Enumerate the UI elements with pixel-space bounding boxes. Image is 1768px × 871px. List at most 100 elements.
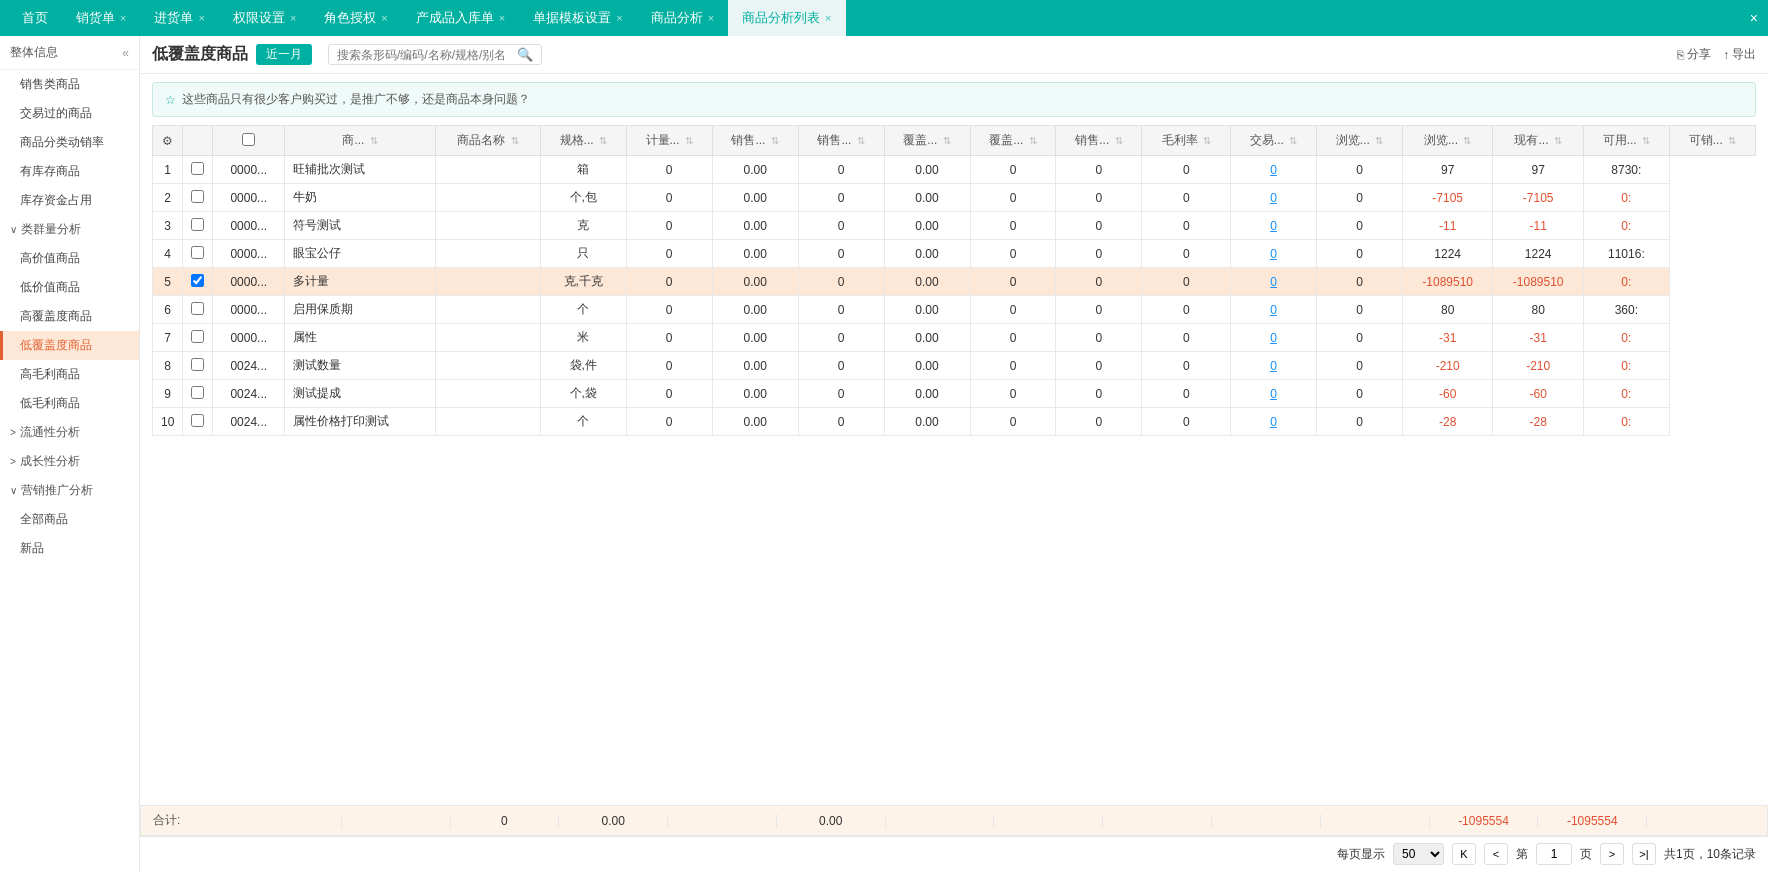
th-available[interactable]: 可用... ⇅ bbox=[1583, 126, 1669, 156]
row-checkbox[interactable] bbox=[183, 184, 213, 212]
sidebar-header[interactable]: 整体信息 « bbox=[0, 36, 139, 70]
sidebar-item-low-margin[interactable]: 低毛利商品 bbox=[0, 389, 139, 418]
row-browse1[interactable]: 0 bbox=[1231, 268, 1317, 296]
th-name[interactable]: 商品名称 ⇅ bbox=[436, 126, 541, 156]
close-purchase-icon[interactable]: × bbox=[198, 12, 204, 24]
th-trade[interactable]: 交易... ⇅ bbox=[1231, 126, 1317, 156]
row-checkbox[interactable] bbox=[183, 408, 213, 436]
th-unit[interactable]: 计量... ⇅ bbox=[626, 126, 712, 156]
sidebar-section-circulation[interactable]: > 流通性分析 bbox=[0, 418, 139, 447]
close-all-tabs-button[interactable]: × bbox=[1750, 10, 1758, 26]
th-spec[interactable]: 规格... ⇅ bbox=[540, 126, 626, 156]
th-cover1[interactable]: 覆盖... ⇅ bbox=[884, 126, 970, 156]
table-wrapper[interactable]: ⚙ 商... ⇅ 商品名称 ⇅ 规格... ⇅ 计量... ⇅ 销售... ⇅ … bbox=[152, 125, 1756, 805]
row-browse1[interactable]: 0 bbox=[1231, 380, 1317, 408]
th-sellable[interactable]: 可销... ⇅ bbox=[1669, 126, 1755, 156]
sidebar-item-new-goods[interactable]: 新品 bbox=[0, 534, 139, 563]
row-browse1[interactable]: 0 bbox=[1231, 156, 1317, 184]
close-product-in-icon[interactable]: × bbox=[499, 12, 505, 24]
row-checkbox[interactable] bbox=[183, 268, 213, 296]
row-checkbox[interactable] bbox=[183, 352, 213, 380]
nav-role[interactable]: 角色授权 × bbox=[310, 0, 401, 36]
th-gross-rate[interactable]: 毛利率 ⇅ bbox=[1142, 126, 1231, 156]
nav-product-in[interactable]: 产成品入库单 × bbox=[402, 0, 519, 36]
row-current: -28 bbox=[1402, 408, 1492, 436]
sidebar-item-low-value[interactable]: 低价值商品 bbox=[0, 273, 139, 302]
close-sales-order-icon[interactable]: × bbox=[120, 12, 126, 24]
row-checkbox[interactable] bbox=[183, 212, 213, 240]
sidebar-item-high-value[interactable]: 高价值商品 bbox=[0, 244, 139, 273]
th-sales2[interactable]: 销售... ⇅ bbox=[798, 126, 884, 156]
row-sales2: 0.00 bbox=[712, 296, 798, 324]
row-checkbox[interactable] bbox=[183, 240, 213, 268]
row-checkbox[interactable] bbox=[183, 324, 213, 352]
nav-goods-analysis-list[interactable]: 商品分析列表 × bbox=[728, 0, 845, 36]
th-settings[interactable]: ⚙ bbox=[153, 126, 183, 156]
search-icon[interactable]: 🔍 bbox=[517, 47, 533, 62]
export-button[interactable]: ↑ 导出 bbox=[1723, 46, 1756, 63]
row-cover2: 0.00 bbox=[884, 380, 970, 408]
sidebar-item-high-margin[interactable]: 高毛利商品 bbox=[0, 360, 139, 389]
row-sellable: 0: bbox=[1583, 352, 1669, 380]
th-browse2[interactable]: 浏览... ⇅ bbox=[1402, 126, 1492, 156]
nav-permission[interactable]: 权限设置 × bbox=[219, 0, 310, 36]
select-all-checkbox[interactable] bbox=[242, 133, 255, 146]
sidebar-collapse-icon[interactable]: « bbox=[122, 46, 129, 60]
sidebar-section-marketing[interactable]: ∨ 营销推广分析 bbox=[0, 476, 139, 505]
nav-purchase[interactable]: 进货单 × bbox=[140, 0, 218, 36]
page-size-select[interactable]: 50 100 200 bbox=[1393, 843, 1444, 865]
row-browse1[interactable]: 0 bbox=[1231, 324, 1317, 352]
row-browse1[interactable]: 0 bbox=[1231, 184, 1317, 212]
sidebar-item-high-coverage[interactable]: 高覆盖度商品 bbox=[0, 302, 139, 331]
th-browse1[interactable]: 浏览... ⇅ bbox=[1317, 126, 1403, 156]
sidebar-item-traded-goods[interactable]: 交易过的商品 bbox=[0, 99, 139, 128]
close-goods-list-icon[interactable]: × bbox=[825, 12, 831, 24]
page-number-input[interactable] bbox=[1536, 843, 1572, 865]
share-button[interactable]: ⎘ 分享 bbox=[1677, 46, 1711, 63]
row-checkbox[interactable] bbox=[183, 380, 213, 408]
sidebar-section-group-analysis[interactable]: ∨ 类群量分析 bbox=[0, 215, 139, 244]
row-checkbox[interactable] bbox=[183, 296, 213, 324]
close-permission-icon[interactable]: × bbox=[290, 12, 296, 24]
next-page-button[interactable]: > bbox=[1600, 843, 1624, 865]
row-checkbox[interactable] bbox=[183, 156, 213, 184]
sidebar-section-growth[interactable]: > 成长性分析 bbox=[0, 447, 139, 476]
row-cover1: 0 bbox=[798, 352, 884, 380]
row-current: -11 bbox=[1402, 212, 1492, 240]
row-browse1[interactable]: 0 bbox=[1231, 240, 1317, 268]
first-page-button[interactable]: K bbox=[1452, 843, 1476, 865]
row-browse1[interactable]: 0 bbox=[1231, 212, 1317, 240]
sidebar-item-stock-capital[interactable]: 库存资金占用 bbox=[0, 186, 139, 215]
main-layout: 整体信息 « 销售类商品 交易过的商品 商品分类动销率 有库存商品 库存资金占用… bbox=[0, 36, 1768, 871]
prev-page-button[interactable]: < bbox=[1484, 843, 1508, 865]
row-browse1[interactable]: 0 bbox=[1231, 296, 1317, 324]
nav-template[interactable]: 单据模板设置 × bbox=[519, 0, 636, 36]
row-browse1[interactable]: 0 bbox=[1231, 408, 1317, 436]
nav-sales-order[interactable]: 销货单 × bbox=[62, 0, 140, 36]
section-circulation-icon: > bbox=[10, 427, 16, 438]
th-cover2[interactable]: 覆盖... ⇅ bbox=[970, 126, 1056, 156]
row-sales3: 0 bbox=[970, 156, 1056, 184]
sidebar-item-sales-goods[interactable]: 销售类商品 bbox=[0, 70, 139, 99]
close-role-icon[interactable]: × bbox=[381, 12, 387, 24]
th-code[interactable]: 商... ⇅ bbox=[285, 126, 436, 156]
close-goods-analysis-icon[interactable]: × bbox=[708, 12, 714, 24]
nav-goods-analysis[interactable]: 商品分析 × bbox=[637, 0, 728, 36]
sidebar-item-in-stock[interactable]: 有库存商品 bbox=[0, 157, 139, 186]
sidebar-item-low-coverage[interactable]: 低覆盖度商品 bbox=[0, 331, 139, 360]
sidebar-item-category-rate[interactable]: 商品分类动销率 bbox=[0, 128, 139, 157]
row-available: -28 bbox=[1493, 408, 1583, 436]
th-sales1[interactable]: 销售... ⇅ bbox=[712, 126, 798, 156]
sidebar-item-all-goods[interactable]: 全部商品 bbox=[0, 505, 139, 534]
row-sales1: 0 bbox=[626, 352, 712, 380]
close-template-icon[interactable]: × bbox=[616, 12, 622, 24]
row-browse1[interactable]: 0 bbox=[1231, 352, 1317, 380]
row-seq: 5 bbox=[153, 268, 183, 296]
search-input[interactable] bbox=[337, 48, 517, 62]
th-sales3[interactable]: 销售... ⇅ bbox=[1056, 126, 1142, 156]
time-filter-button[interactable]: 近一月 bbox=[256, 44, 312, 65]
th-current[interactable]: 现有... ⇅ bbox=[1493, 126, 1583, 156]
th-checkbox[interactable] bbox=[213, 126, 285, 156]
nav-home[interactable]: 首页 bbox=[8, 0, 62, 36]
last-page-button[interactable]: >| bbox=[1632, 843, 1656, 865]
